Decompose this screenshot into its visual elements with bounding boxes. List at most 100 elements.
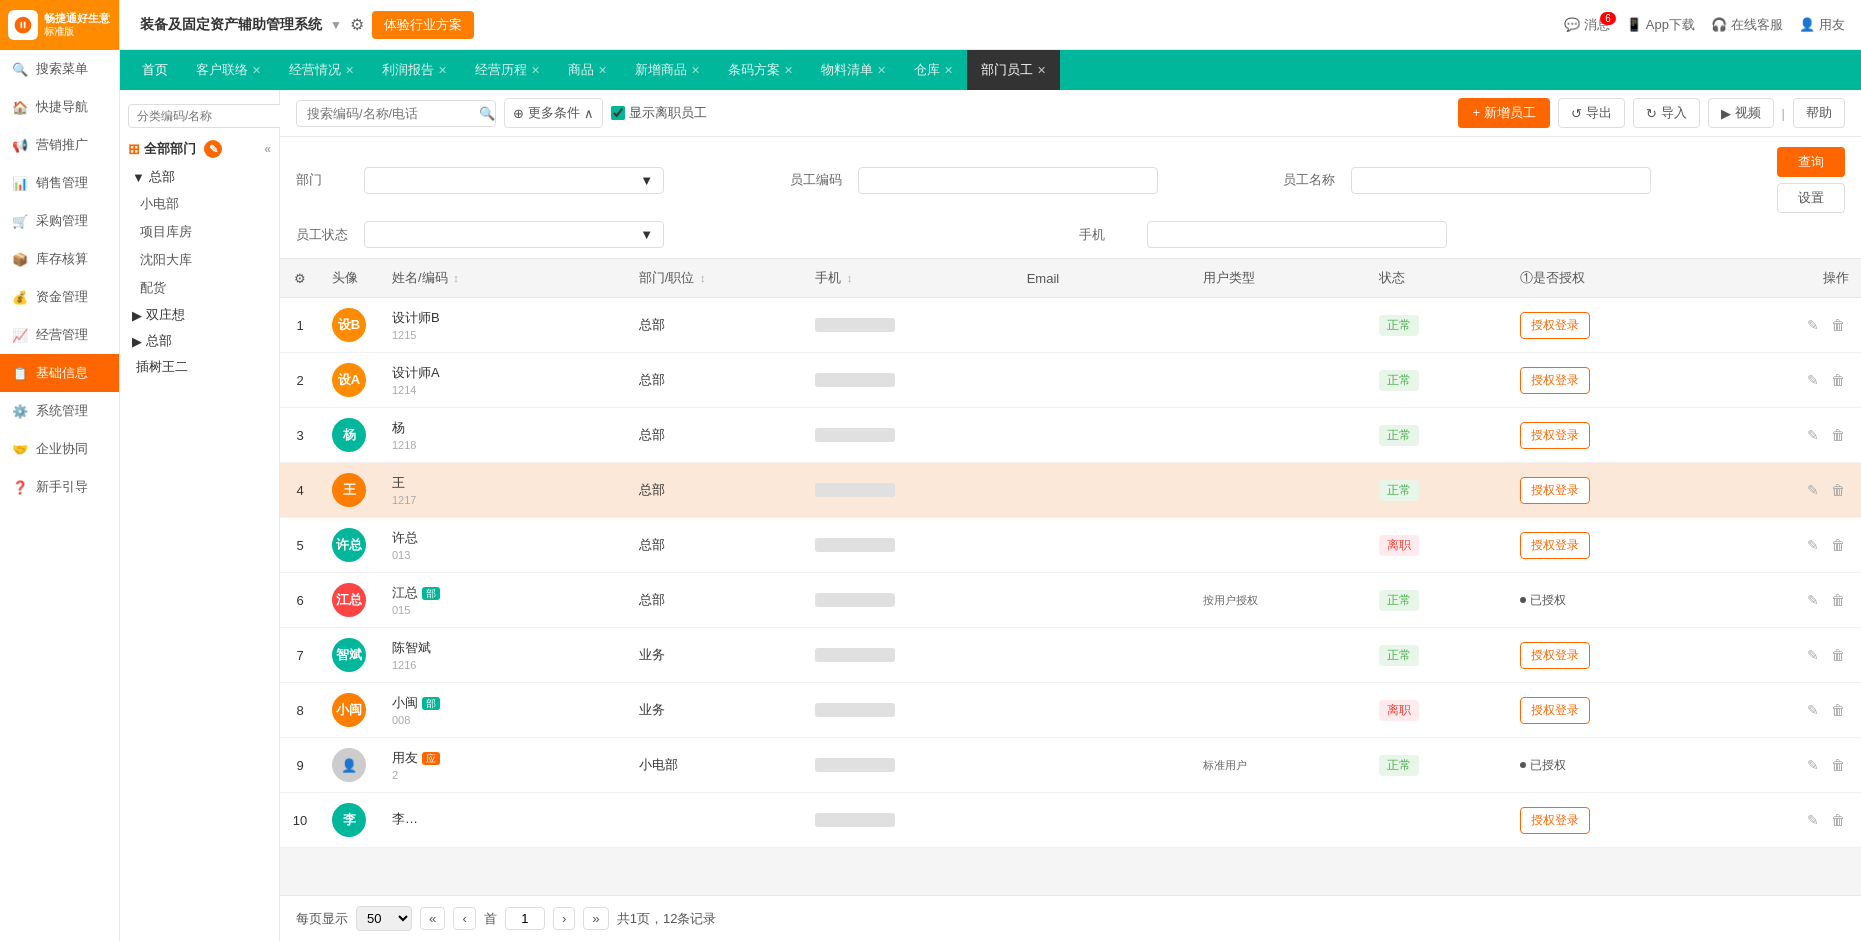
filter-phone-input[interactable] <box>1147 221 1447 248</box>
sidebar-item-guide[interactable]: ❓ 新手引导 <box>0 468 119 506</box>
gear-icon[interactable]: ⚙ <box>350 15 364 34</box>
show-resigned-input[interactable] <box>611 106 625 120</box>
filter-emp-code-input[interactable] <box>858 167 1158 194</box>
close-icon[interactable]: ✕ <box>944 64 953 77</box>
topbar-dropdown-icon[interactable]: ▼ <box>330 18 342 32</box>
auth-login-button[interactable]: 授权登录 <box>1520 532 1590 559</box>
auth-login-button[interactable]: 授权登录 <box>1520 422 1590 449</box>
sidebar-item-inventory[interactable]: 📦 库存核算 <box>0 240 119 278</box>
dept-all-header[interactable]: ⊞ 全部部门 ✎ « <box>120 134 279 164</box>
delete-button[interactable]: 🗑 <box>1827 590 1849 610</box>
close-icon[interactable]: ✕ <box>438 64 447 77</box>
auth-login-button[interactable]: 授权登录 <box>1520 697 1590 724</box>
close-icon[interactable]: ✕ <box>1037 64 1046 77</box>
search-input[interactable] <box>307 106 475 121</box>
tab-material[interactable]: 物料清单 ✕ <box>807 50 900 90</box>
edit-button[interactable]: ✎ <box>1803 810 1823 830</box>
edit-button[interactable]: ✎ <box>1803 315 1823 335</box>
close-icon[interactable]: ✕ <box>345 64 354 77</box>
dept-edit-icon[interactable]: ✎ <box>204 140 222 158</box>
edit-button[interactable]: ✎ <box>1803 645 1823 665</box>
sidebar-item-company[interactable]: 🤝 企业协同 <box>0 430 119 468</box>
close-icon[interactable]: ✕ <box>252 64 261 77</box>
view-button[interactable]: ▶ 视频 <box>1708 98 1774 128</box>
delete-button[interactable]: 🗑 <box>1827 535 1849 555</box>
dept-section-hq-title[interactable]: ▼ 总部 <box>120 164 279 190</box>
close-icon[interactable]: ✕ <box>598 64 607 77</box>
export-button[interactable]: ↺ 导出 <box>1558 98 1625 128</box>
edit-button[interactable]: ✎ <box>1803 755 1823 775</box>
tab-employees[interactable]: 部门员工 ✕ <box>967 50 1060 90</box>
sidebar-item-search[interactable]: 🔍 搜索菜单 <box>0 50 119 88</box>
delete-button[interactable]: 🗑 <box>1827 315 1849 335</box>
sidebar-item-finance[interactable]: 💰 资金管理 <box>0 278 119 316</box>
tab-history[interactable]: 经营历程 ✕ <box>461 50 554 90</box>
sidebar-item-basic[interactable]: 📋 基础信息 <box>0 354 119 392</box>
tab-barcode[interactable]: 条码方案 ✕ <box>714 50 807 90</box>
sidebar-item-operation[interactable]: 📈 经营管理 <box>0 316 119 354</box>
auth-login-button[interactable]: 授权登录 <box>1520 367 1590 394</box>
message-button[interactable]: 💬 消息 6 <box>1564 16 1610 34</box>
tab-add-goods[interactable]: 新增商品 ✕ <box>621 50 714 90</box>
show-resigned-checkbox[interactable]: 显示离职员工 <box>611 104 707 122</box>
query-button[interactable]: 查询 <box>1777 147 1845 177</box>
dept-section-general-title[interactable]: ▶ 总部 <box>120 328 279 354</box>
sidebar-item-system[interactable]: ⚙️ 系统管理 <box>0 392 119 430</box>
delete-button[interactable]: 🗑 <box>1827 425 1849 445</box>
delete-button[interactable]: 🗑 <box>1827 755 1849 775</box>
dept-item-project[interactable]: 项目库房 <box>120 218 279 246</box>
col-phone-header[interactable]: 手机 ↕ <box>803 259 1015 298</box>
col-name-header[interactable]: 姓名/编码 ↕ <box>380 259 627 298</box>
delete-button[interactable]: 🗑 <box>1827 645 1849 665</box>
edit-button[interactable]: ✎ <box>1803 425 1823 445</box>
close-icon[interactable]: ✕ <box>784 64 793 77</box>
auth-login-button[interactable]: 授权登录 <box>1520 312 1590 339</box>
search-icon[interactable]: 🔍 <box>479 106 495 121</box>
page-number-input[interactable] <box>505 907 545 930</box>
trial-button[interactable]: 体验行业方案 <box>372 11 474 39</box>
dept-item-shenyang[interactable]: 沈阳大库 <box>120 246 279 274</box>
tab-customer[interactable]: 客户联络 ✕ <box>182 50 275 90</box>
first-page-button[interactable]: « <box>420 907 445 930</box>
delete-button[interactable]: 🗑 <box>1827 370 1849 390</box>
sidebar-item-purchase[interactable]: 🛒 采购管理 <box>0 202 119 240</box>
delete-button[interactable]: 🗑 <box>1827 810 1849 830</box>
dept-search-input[interactable] <box>128 104 296 128</box>
tab-profit[interactable]: 利润报告 ✕ <box>368 50 461 90</box>
set-button[interactable]: 设置 <box>1777 183 1845 213</box>
help-button[interactable]: 帮助 <box>1793 98 1845 128</box>
edit-button[interactable]: ✎ <box>1803 535 1823 555</box>
dept-item-xiaodian[interactable]: 小电部 <box>120 190 279 218</box>
auth-login-button[interactable]: 授权登录 <box>1520 477 1590 504</box>
tab-goods[interactable]: 商品 ✕ <box>554 50 621 90</box>
tab-warehouse[interactable]: 仓库 ✕ <box>900 50 967 90</box>
online-service-button[interactable]: 🎧 在线客服 <box>1711 16 1783 34</box>
dept-item-distribution[interactable]: 配货 <box>120 274 279 302</box>
close-icon[interactable]: ✕ <box>691 64 700 77</box>
col-dept-header[interactable]: 部门/职位 ↕ <box>627 259 803 298</box>
auth-login-button[interactable]: 授权登录 <box>1520 642 1590 669</box>
next-page-button[interactable]: › <box>553 907 575 930</box>
sidebar-item-sales[interactable]: 📊 销售管理 <box>0 164 119 202</box>
import-button[interactable]: ↻ 导入 <box>1633 98 1700 128</box>
filter-dept-select[interactable]: ▼ <box>364 167 664 194</box>
edit-button[interactable]: ✎ <box>1803 480 1823 500</box>
tab-operation[interactable]: 经营情况 ✕ <box>275 50 368 90</box>
app-download-button[interactable]: 📱 App下载 <box>1626 16 1695 34</box>
prev-page-button[interactable]: ‹ <box>453 907 475 930</box>
edit-button[interactable]: ✎ <box>1803 370 1823 390</box>
auth-login-button[interactable]: 授权登录 <box>1520 807 1590 834</box>
sidebar-item-marketing[interactable]: 📢 营销推广 <box>0 126 119 164</box>
page-size-select[interactable]: 50 20 100 <box>356 906 412 931</box>
filter-status-select[interactable]: ▼ <box>364 221 664 248</box>
dept-collapse-icon[interactable]: « <box>264 142 271 156</box>
add-employee-button[interactable]: + 新增员工 <box>1458 98 1549 128</box>
delete-button[interactable]: 🗑 <box>1827 700 1849 720</box>
dept-section-shuangzhuang-title[interactable]: ▶ 双庄想 <box>120 302 279 328</box>
edit-button[interactable]: ✎ <box>1803 590 1823 610</box>
delete-button[interactable]: 🗑 <box>1827 480 1849 500</box>
edit-button[interactable]: ✎ <box>1803 700 1823 720</box>
sidebar-item-shortcut[interactable]: 🏠 快捷导航 <box>0 88 119 126</box>
close-icon[interactable]: ✕ <box>531 64 540 77</box>
dept-section-chashuwang-title[interactable]: 插树王二 <box>120 354 279 380</box>
